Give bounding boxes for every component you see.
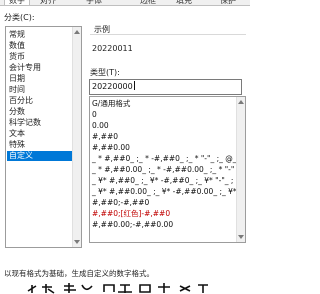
category-list[interactable]: 常规 数值 货币 会计专用 日期 时间 百分比 分数 科学记数 文本 特殊 自定… bbox=[5, 26, 82, 248]
scroll-up-arrow-icon[interactable] bbox=[238, 100, 244, 104]
format-item[interactable]: #,##0.00;-#,##0.00 bbox=[92, 219, 173, 230]
sample-divider bbox=[90, 34, 246, 35]
description-text: 以现有格式为基础，生成自定义的数字格式。 bbox=[4, 269, 154, 278]
category-item-scientific[interactable]: 科学记数 bbox=[8, 118, 41, 128]
category-item-currency[interactable]: 货币 bbox=[8, 52, 25, 62]
format-scrollbar[interactable] bbox=[236, 97, 245, 242]
scroll-down-arrow-icon[interactable] bbox=[74, 240, 80, 244]
format-item[interactable]: #,##0.00 bbox=[92, 142, 130, 153]
category-label: 分类(C): bbox=[4, 13, 35, 22]
tab-bar: 数字 对齐 字体 边框 填充 保护 bbox=[0, 0, 250, 6]
text-caret bbox=[133, 81, 135, 90]
type-input-value: 20220000 bbox=[92, 82, 133, 91]
category-item-time[interactable]: 时间 bbox=[8, 85, 25, 95]
format-item[interactable]: _ * #,##0.00_ ;_ * -#,##0.00_ ;_ * "-" bbox=[92, 164, 234, 175]
scroll-up-arrow-icon[interactable] bbox=[74, 30, 80, 34]
type-label: 类型(T): bbox=[90, 68, 120, 77]
scroll-down-arrow-icon[interactable] bbox=[238, 235, 244, 239]
tab-fill[interactable]: 填充 bbox=[176, 0, 192, 5]
tab-border[interactable]: 边框 bbox=[140, 0, 156, 5]
category-item-fraction[interactable]: 分数 bbox=[8, 107, 25, 117]
category-item-custom[interactable]: 自定义 bbox=[7, 151, 75, 161]
category-item-date[interactable]: 日期 bbox=[8, 74, 25, 84]
format-list[interactable]: G/通用格式 0 0.00 #,##0 #,##0.00 _ * #,##0_ … bbox=[89, 96, 246, 243]
category-item-number[interactable]: 数值 bbox=[8, 41, 25, 51]
format-item[interactable]: 0.00 bbox=[92, 120, 109, 131]
tab-protection[interactable]: 保护 bbox=[220, 0, 236, 5]
handwriting-strokes-icon bbox=[27, 283, 208, 294]
category-item-text[interactable]: 文本 bbox=[8, 129, 25, 139]
format-item[interactable]: _ ¥* #,##0_ ;_ ¥* -#,##0_ ;_ ¥* "-"_ ; bbox=[92, 175, 233, 186]
format-item[interactable]: G/通用格式 bbox=[92, 98, 130, 109]
tab-font[interactable]: 字体 bbox=[86, 0, 102, 5]
category-item-accounting[interactable]: 会计专用 bbox=[8, 63, 41, 73]
format-item[interactable]: #,##0;-#,##0 bbox=[92, 197, 149, 208]
format-item[interactable]: _ ¥* #,##0.00_ ;_ ¥* -#,##0.00_ ;_ ¥* "-… bbox=[92, 186, 245, 197]
category-item-special[interactable]: 特殊 bbox=[8, 140, 25, 150]
type-input[interactable]: 20220000 bbox=[89, 79, 242, 95]
format-item[interactable]: #,##0 bbox=[92, 131, 118, 142]
category-item-percentage[interactable]: 百分比 bbox=[8, 96, 33, 106]
category-item-general[interactable]: 常规 bbox=[8, 30, 25, 40]
tab-number[interactable]: 数字 bbox=[4, 0, 30, 5]
format-item[interactable]: #,##0;[红色]-#,##0 bbox=[92, 208, 170, 219]
format-item[interactable]: _ * #,##0_ ;_ * -#,##0_ ;_ * "-"_ ;_ @_ bbox=[92, 153, 237, 164]
category-scrollbar[interactable] bbox=[72, 27, 81, 247]
format-item[interactable]: 0 bbox=[92, 109, 97, 120]
tab-alignment[interactable]: 对齐 bbox=[40, 0, 56, 5]
handwritten-annotation bbox=[24, 283, 224, 294]
sample-value: 20220011 bbox=[92, 44, 133, 53]
